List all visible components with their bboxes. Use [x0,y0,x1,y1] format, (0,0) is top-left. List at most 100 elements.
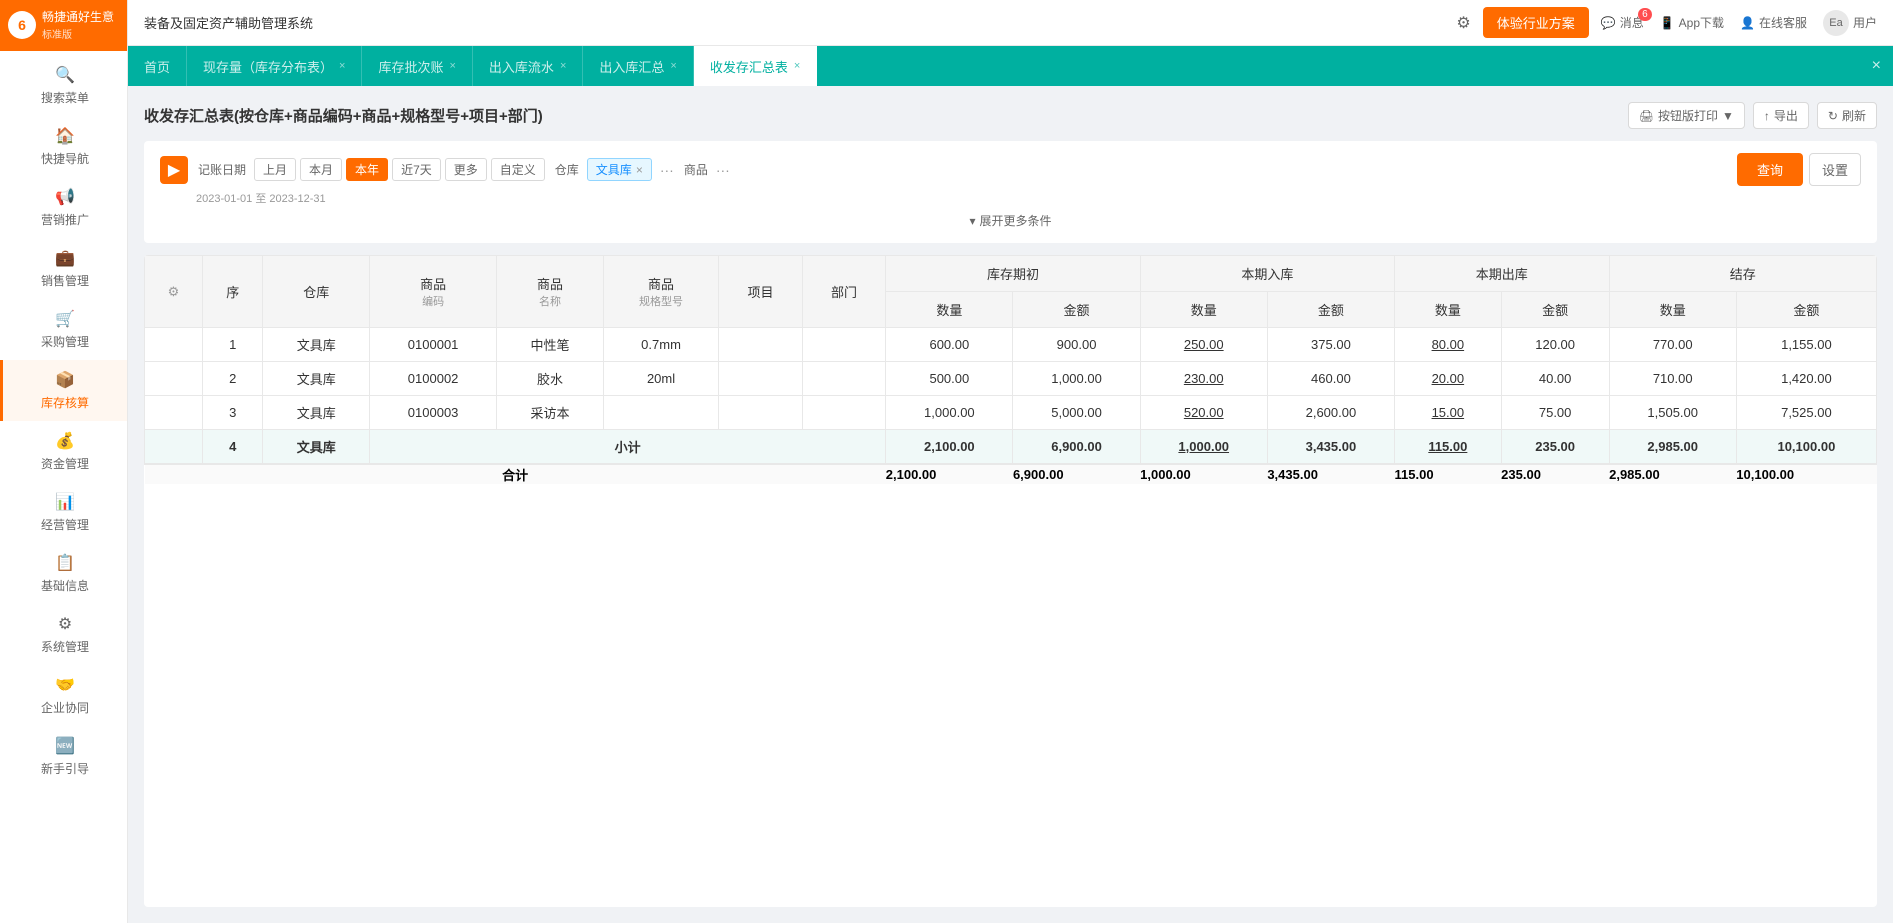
tab-close-batch[interactable]: × [449,60,455,72]
sidebar-item-inventory[interactable]: 📦库存核算 [0,360,127,421]
row-project [719,328,803,362]
row-check[interactable] [145,396,203,430]
warehouse-tag-close-icon[interactable]: × [636,163,643,177]
mobile-icon: 📱 [1660,16,1675,30]
subtotal-opening-amt: 6,900.00 [1013,430,1140,465]
row-project [719,362,803,396]
row-in-qty[interactable]: 520.00 [1140,396,1267,430]
gear-icon[interactable]: ⚙ [1456,13,1470,33]
filter-expand-row: ▾ 展开更多条件 [160,206,1861,231]
row-balance-amt: 1,420.00 [1736,362,1876,396]
refresh-label: 刷新 [1842,107,1866,124]
sidebar-item-enterprise[interactable]: 🤝企业协同 [0,665,127,726]
export-button[interactable]: ↑ 导出 [1753,102,1809,129]
row-no: 2 [203,362,263,396]
print-icon: 🖨 [1639,109,1654,123]
subtotal-no: 4 [203,430,263,465]
app-download-item[interactable]: 📱 App下载 [1660,14,1724,31]
th-settings[interactable]: ⚙ [145,256,203,328]
online-service-item[interactable]: 👤 在线客服 [1740,14,1807,31]
total-in-amt: 3,435.00 [1267,464,1394,484]
tab-close-stock-dist[interactable]: × [339,60,345,72]
system-icon: ⚙ [58,614,72,634]
column-settings-icon[interactable]: ⚙ [168,284,180,299]
subtotal-in-qty[interactable]: 1,000.00 [1140,430,1267,465]
base-info-label: 基础信息 [41,577,89,594]
tab-close-flow[interactable]: × [560,60,566,72]
filter-panel: ▶ 记账日期 上月本月本年近7天更多自定义 仓库 文具库 × ··· 商品 ··… [144,141,1877,243]
sidebar-item-guide[interactable]: 🆕新手引导 [0,726,127,787]
experience-button[interactable]: 体验行业方案 [1483,7,1589,38]
logo-icon: 6 [8,11,36,39]
page-title: 收发存汇总表(按仓库+商品编码+商品+规格型号+项目+部门) [144,105,543,126]
sidebar-item-marketing[interactable]: 📢营销推广 [0,177,127,238]
warehouse-tag[interactable]: 文具库 × [587,158,652,181]
table-row: 1 文具库 0100001 中性笔 0.7mm 600.00 900.00 25… [145,328,1877,362]
row-balance-qty: 770.00 [1609,328,1736,362]
sidebar-item-base-info[interactable]: 📋基础信息 [0,543,127,604]
goods-label: 商品 [684,161,708,178]
sidebar-item-search[interactable]: 🔍搜索菜单 [0,55,127,116]
th-opening-amt: 金额 [1013,292,1140,328]
date-filter-group: 记账日期 上月本月本年近7天更多自定义 [198,158,545,181]
message-item[interactable]: 💬 消息 6 [1601,14,1644,31]
expand-more-button[interactable]: ▾ 展开更多条件 [969,212,1051,229]
tab-stock-dist[interactable]: 现存量（库存分布表）× [187,46,362,86]
sidebar-item-system[interactable]: ⚙ 系统管理 [0,604,127,665]
user-item[interactable]: Ea 用户 [1823,10,1877,36]
sidebar-item-sales[interactable]: 💼销售管理 [0,238,127,299]
online-service-label: 在线客服 [1759,14,1807,31]
filter-expand-button[interactable]: ▶ [160,156,188,184]
tabbar-close-all-button[interactable]: × [1860,57,1893,75]
sidebar-item-quick-nav[interactable]: 🏠快捷导航 [0,116,127,177]
row-out-qty[interactable]: 80.00 [1395,328,1502,362]
date-btn-近7天[interactable]: 近7天 [392,158,441,181]
sidebar-item-operation[interactable]: 📊经营管理 [0,482,127,543]
tabbar: 首页现存量（库存分布表）×库存批次账×出入库流水×出入库汇总× 收发存汇总表 × × [128,46,1893,86]
row-code: 0100003 [370,396,497,430]
tab-flow[interactable]: 出入库流水× [473,46,583,86]
date-range-text: 2023-01-01 至 2023-12-31 [196,190,326,206]
content-area: 收发存汇总表(按仓库+商品编码+商品+规格型号+项目+部门) 🖨 按钮版打印 ▼… [128,86,1893,923]
subtotal-out-qty[interactable]: 115.00 [1395,430,1502,465]
goods-more-icon[interactable]: ··· [716,162,730,178]
sidebar-item-purchase[interactable]: 🛒采购管理 [0,299,127,360]
row-out-amt: 120.00 [1501,328,1609,362]
warehouse-more-icon[interactable]: ··· [660,162,674,178]
inventory-label: 库存核算 [41,394,89,411]
refresh-button[interactable]: ↻ 刷新 [1817,102,1877,129]
message-icon: 💬 [1601,16,1616,30]
date-btn-更多[interactable]: 更多 [445,158,487,181]
row-in-qty[interactable]: 250.00 [1140,328,1267,362]
tab-label-recv-send: 收发存汇总表 [710,57,788,76]
tab-batch[interactable]: 库存批次账× [362,46,472,86]
tab-recv-send[interactable]: 收发存汇总表 × [694,46,817,86]
date-btn-本月[interactable]: 本月 [300,158,342,181]
row-out-qty[interactable]: 20.00 [1395,362,1502,396]
tab-close-recv-send[interactable]: × [794,60,800,72]
row-out-qty[interactable]: 15.00 [1395,396,1502,430]
date-btn-自定义[interactable]: 自定义 [491,158,545,181]
sidebar-item-finance[interactable]: 💰资金管理 [0,421,127,482]
export-icon: ↑ [1764,109,1770,123]
tab-summary[interactable]: 出入库汇总× [583,46,693,86]
date-btn-本年[interactable]: 本年 [346,158,388,181]
system-label: 系统管理 [41,638,89,655]
tab-home[interactable]: 首页 [128,46,187,86]
row-project [719,396,803,430]
query-button[interactable]: 查询 [1737,153,1803,186]
row-check[interactable] [145,328,203,362]
settings-button[interactable]: 设置 [1809,153,1861,186]
subtotal-balance-amt: 10,100.00 [1736,430,1876,465]
print-button[interactable]: 🖨 按钮版打印 ▼ [1628,102,1745,129]
date-btn-上月[interactable]: 上月 [254,158,296,181]
row-check[interactable] [145,362,203,396]
row-opening-amt: 5,000.00 [1013,396,1140,430]
main-area: 装备及固定资产辅助管理系统 ⚙ 体验行业方案 💬 消息 6 📱 App下载 👤 … [128,0,1893,923]
row-opening-qty: 600.00 [886,328,1013,362]
filter-row-1: ▶ 记账日期 上月本月本年近7天更多自定义 仓库 文具库 × ··· 商品 ··… [160,153,1861,186]
tab-close-summary[interactable]: × [670,60,676,72]
row-in-qty[interactable]: 230.00 [1140,362,1267,396]
marketing-icon: 📢 [55,187,75,207]
row-name: 胶水 [497,362,604,396]
